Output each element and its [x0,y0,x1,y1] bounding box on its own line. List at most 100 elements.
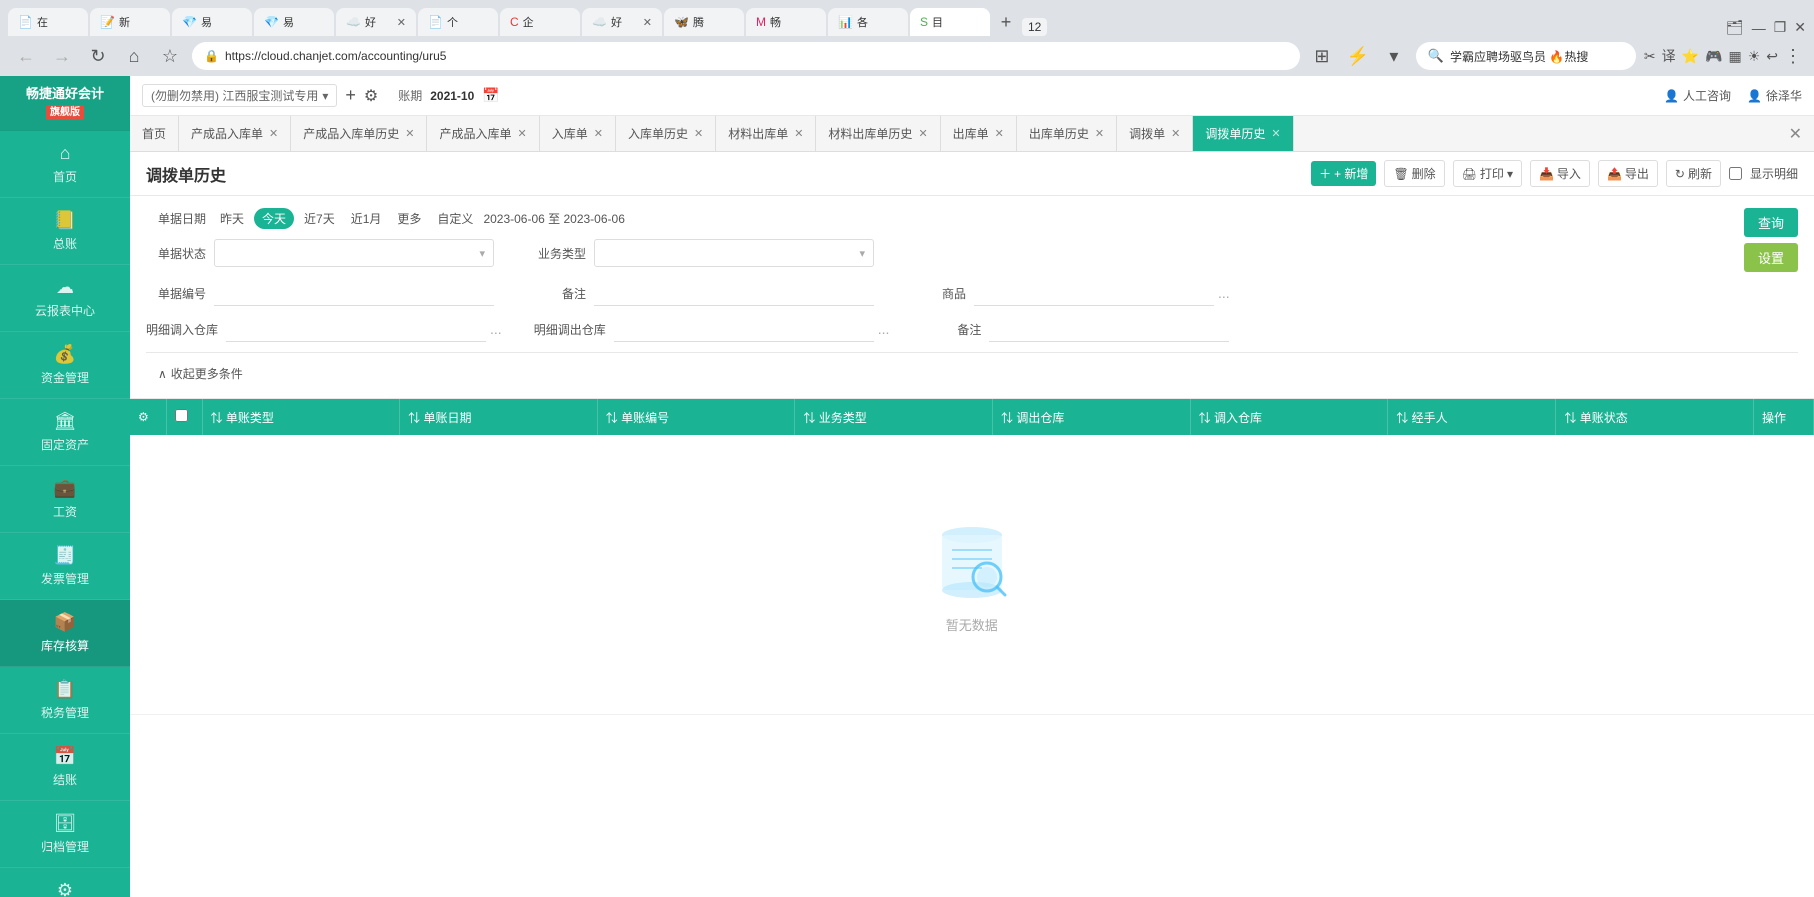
sidebar-item-payroll[interactable]: 💼 工资 [0,466,130,533]
page-tab-11[interactable]: 调拨单历史 ✕ [1193,116,1293,152]
back-button[interactable]: ← [12,42,40,70]
ext-star-icon[interactable]: ⭐ [1682,48,1699,65]
th-out-warehouse[interactable]: ⇅ 调出仓库 [993,399,1191,435]
period-value[interactable]: 2021-10 [430,89,474,103]
page-tab-1[interactable]: 产成品入库单 ✕ [179,116,291,152]
browser-tab-10[interactable]: M 畅 [746,8,826,36]
select-all-checkbox[interactable] [175,409,188,422]
remarks2-input[interactable] [989,316,1229,342]
export-button[interactable]: 📤 导出 [1598,160,1658,187]
sidebar-item-tax[interactable]: 📋 税务管理 [0,667,130,734]
tab-bar-close-all[interactable]: ✕ [1777,124,1814,144]
date-btn-today[interactable]: 今天 [254,208,294,229]
user-button[interactable]: 👤 徐泽华 [1747,87,1802,104]
page-tab-8[interactable]: 出库单 ✕ [941,116,1017,152]
ext-brightness-icon[interactable]: ☀ [1748,48,1761,65]
bookmark-button[interactable]: ☆ [156,42,184,70]
page-tab-5[interactable]: 入库单历史 ✕ [616,116,716,152]
show-full-checkbox[interactable] [1729,167,1742,180]
sidebar-item-assets[interactable]: 🏛 固定资产 [0,399,130,466]
goods-picker-icon[interactable]: ... [1218,285,1230,301]
docno-input[interactable] [214,280,494,306]
date-btn-yesterday[interactable]: 昨天 [214,208,250,229]
company-selector[interactable]: (勿删勿禁用) 江西服宝测试专用 ▾ [142,84,337,107]
tab-close-5[interactable]: ✕ [397,16,406,29]
calendar-icon[interactable]: 📅 [482,87,499,104]
lightning-button[interactable]: ⚡ [1344,42,1372,70]
delete-button[interactable]: 🗑 删除 [1384,160,1444,187]
query-button[interactable]: 查询 [1744,208,1798,237]
page-tab-2[interactable]: 产成品入库单历史 ✕ [291,116,427,152]
date-btn-custom[interactable]: 自定义 [431,208,479,229]
browser-tab-1[interactable]: 📄 在 [8,8,88,36]
th-handler[interactable]: ⇅ 经手人 [1388,399,1556,435]
browser-tab-12[interactable]: S 目 [910,8,990,36]
date-btn-more[interactable]: 更多 [391,208,427,229]
ext-undo-icon[interactable]: ↩ [1766,48,1778,65]
filter-settings-button[interactable]: 设置 [1744,243,1798,272]
th-doc-date[interactable]: ⇅ 单账日期 [400,399,598,435]
browser-tab-11[interactable]: 📊 各 [828,8,908,36]
browser-tab-3[interactable]: 💎 易 [172,8,252,36]
sidebar-item-ledger[interactable]: 📒 总账 [0,198,130,265]
page-tab-6-close[interactable]: ✕ [794,127,803,140]
sidebar-item-invoice[interactable]: 🧾 发票管理 [0,533,130,600]
page-tab-9-close[interactable]: ✕ [1095,127,1104,140]
sidebar-item-reports[interactable]: ☁ 云报表中心 [0,265,130,332]
tab-close-8[interactable]: ✕ [643,16,652,29]
browser-tab-9[interactable]: 🦋 腾 [664,8,744,36]
page-tab-8-close[interactable]: ✕ [995,127,1004,140]
ext-game-icon[interactable]: 🎮 [1705,48,1722,65]
page-tab-3[interactable]: 产成品入库单 ✕ [427,116,539,152]
add-company-button[interactable]: + [345,85,356,106]
ext-scissors-icon[interactable]: ✂ [1644,48,1656,65]
service-button[interactable]: 👤 人工咨询 [1664,87,1731,104]
th-doc-type[interactable]: ⇅ 单账类型 [202,399,400,435]
browser-tab-4[interactable]: 💎 易 [254,8,334,36]
ext-grid-icon[interactable]: ▦ [1728,48,1741,65]
dropdown-button[interactable]: ▾ [1380,42,1408,70]
sidebar-item-archive[interactable]: 🗄 归档管理 [0,801,130,868]
remark-input[interactable] [594,280,874,306]
collapse-button[interactable]: ∧ 收起更多条件 [146,361,1798,386]
refresh-button[interactable]: ↻ [84,42,112,70]
date-btn-1month[interactable]: 近1月 [345,208,388,229]
goods-input[interactable] [974,280,1214,306]
refresh-button-action[interactable]: ↻ 刷新 [1666,160,1721,187]
home-button[interactable]: ⌂ [120,42,148,70]
dest-warehouse-picker-icon[interactable]: ... [878,321,890,337]
maximize-icon[interactable]: ❐ [1774,19,1787,36]
browser-tab-7[interactable]: C 企 [500,8,580,36]
browser-tab-8[interactable]: ☁️ 好 ✕ [582,8,662,36]
import-button[interactable]: 📥 导入 [1530,160,1590,187]
page-tab-7-close[interactable]: ✕ [918,127,927,140]
browser-tab-5[interactable]: ☁️ 好 ✕ [336,8,416,36]
settings-topbar-icon[interactable]: ⚙ [364,86,378,106]
page-tab-6[interactable]: 材料出库单 ✕ [716,116,816,152]
page-tab-3-close[interactable]: ✕ [518,127,527,140]
sidebar-item-settings[interactable]: ⚙ 基础设置 [0,868,130,897]
sidebar-item-inventory[interactable]: 📦 库存核算 [0,600,130,667]
page-tab-4-close[interactable]: ✕ [594,127,603,140]
minimize-icon[interactable]: — [1752,20,1766,36]
source-warehouse-input[interactable] [226,316,486,342]
dest-warehouse-input[interactable] [614,316,874,342]
page-tab-11-close[interactable]: ✕ [1271,127,1280,140]
page-tab-home[interactable]: 首页 [130,116,179,152]
page-tab-1-close[interactable]: ✕ [269,127,278,140]
biz-type-select[interactable]: ▾ [594,239,874,267]
page-tab-9[interactable]: 出库单历史 ✕ [1017,116,1117,152]
page-tab-4[interactable]: 入库单 ✕ [540,116,616,152]
new-tab-button[interactable]: + [992,8,1020,36]
browser-search[interactable]: 🔍 学霸应聘场驱鸟员 🔥热搜 [1416,42,1636,70]
th-in-warehouse[interactable]: ⇅ 调入仓库 [1190,399,1388,435]
th-gear[interactable]: ⚙ [130,399,166,435]
page-tab-2-close[interactable]: ✕ [405,127,414,140]
page-tab-7[interactable]: 材料出库单历史 ✕ [816,116,940,152]
page-tab-10[interactable]: 调拨单 ✕ [1117,116,1193,152]
browser-tab-6[interactable]: 📄 个 [418,8,498,36]
status-select[interactable]: ▾ [214,239,494,267]
close-icon[interactable]: ✕ [1794,19,1806,36]
date-btn-7days[interactable]: 近7天 [298,208,341,229]
th-checkbox[interactable] [166,399,202,435]
